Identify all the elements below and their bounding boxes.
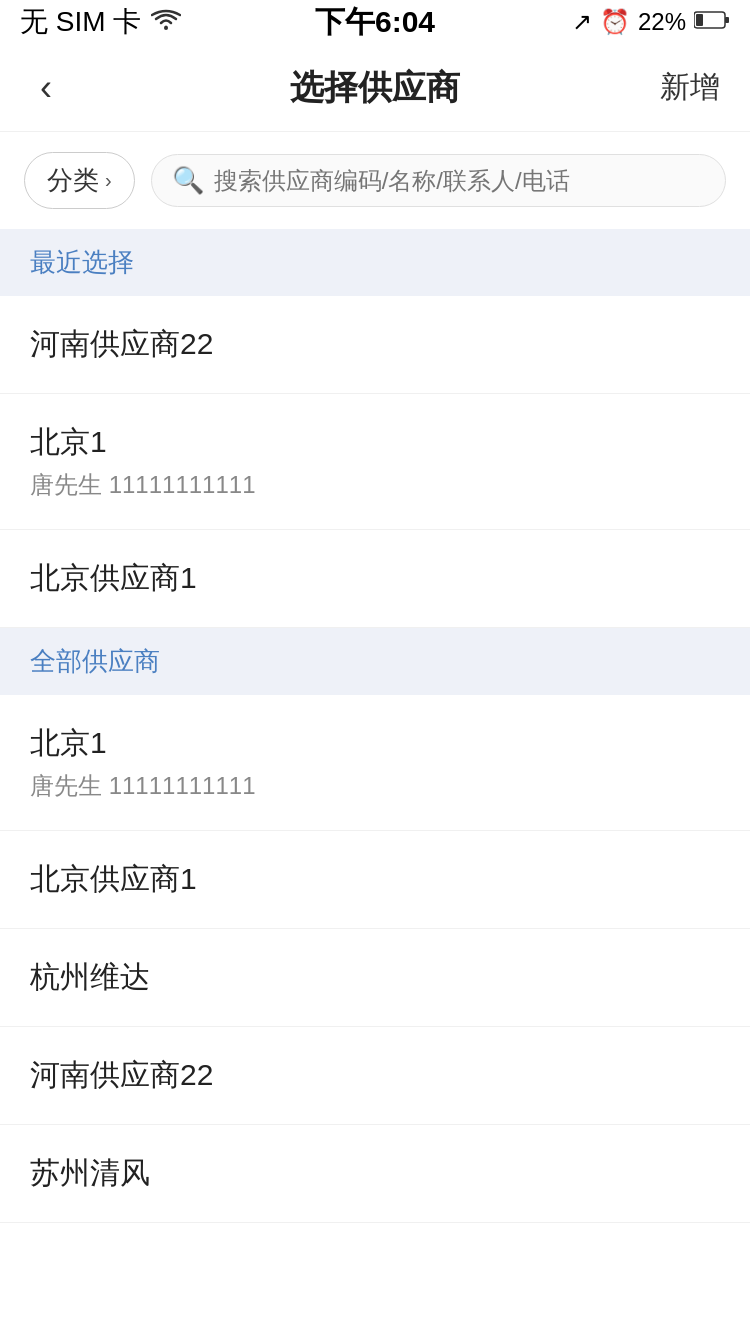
item-name: 河南供应商22 (30, 1055, 720, 1096)
item-name: 河南供应商22 (30, 324, 720, 365)
list-item[interactable]: 苏州清风 (0, 1125, 750, 1223)
status-bar: 无 SIM 卡 下午6:04 ↗ ⏰ 22% (0, 0, 750, 44)
all-section-header: 全部供应商 (0, 628, 750, 695)
item-name: 北京供应商1 (30, 558, 720, 599)
chevron-right-icon: › (105, 169, 112, 192)
search-icon: 🔍 (172, 165, 204, 196)
item-name: 杭州维达 (30, 957, 720, 998)
item-name: 北京1 (30, 422, 720, 463)
location-icon: ↗ (572, 8, 592, 36)
status-time: 下午6:04 (315, 2, 435, 43)
list-item[interactable]: 北京供应商1 (0, 530, 750, 628)
list-item[interactable]: 河南供应商22 (0, 1027, 750, 1125)
status-left: 无 SIM 卡 (20, 3, 181, 41)
list-item[interactable]: 河南供应商22 (0, 296, 750, 394)
add-button[interactable]: 新增 (660, 67, 720, 108)
category-label: 分类 (47, 163, 99, 198)
list-item[interactable]: 北京供应商1 (0, 831, 750, 929)
nav-bar: ‹ 选择供应商 新增 (0, 44, 750, 132)
back-button[interactable]: ‹ (30, 57, 62, 119)
list-item[interactable]: 北京1 唐先生 11111111111 (0, 695, 750, 831)
item-contact: 唐先生 11111111111 (30, 469, 720, 501)
no-sim-label: 无 SIM 卡 (20, 3, 141, 41)
item-name: 北京1 (30, 723, 720, 764)
search-input[interactable] (214, 167, 705, 195)
list-item[interactable]: 北京1 唐先生 11111111111 (0, 394, 750, 530)
svg-point-0 (164, 26, 168, 30)
search-box[interactable]: 🔍 (151, 154, 726, 207)
item-name: 北京供应商1 (30, 859, 720, 900)
battery-percent: 22% (638, 8, 686, 36)
list-item[interactable]: 杭州维达 (0, 929, 750, 1027)
page-title: 选择供应商 (290, 65, 460, 111)
all-items-list: 北京1 唐先生 11111111111 北京供应商1 杭州维达 河南供应商22 … (0, 695, 750, 1223)
recent-items-list: 河南供应商22 北京1 唐先生 11111111111 北京供应商1 (0, 296, 750, 628)
wifi-icon (151, 6, 181, 38)
svg-rect-2 (725, 17, 729, 23)
filter-row: 分类 › 🔍 (0, 132, 750, 229)
item-contact: 唐先生 11111111111 (30, 770, 720, 802)
recent-section-label: 最近选择 (30, 247, 134, 277)
alarm-icon: ⏰ (600, 8, 630, 36)
item-name: 苏州清风 (30, 1153, 720, 1194)
category-button[interactable]: 分类 › (24, 152, 135, 209)
status-right: ↗ ⏰ 22% (572, 8, 730, 36)
svg-rect-3 (696, 14, 703, 26)
all-section-label: 全部供应商 (30, 646, 160, 676)
recent-section-header: 最近选择 (0, 229, 750, 296)
battery-icon (694, 8, 730, 36)
